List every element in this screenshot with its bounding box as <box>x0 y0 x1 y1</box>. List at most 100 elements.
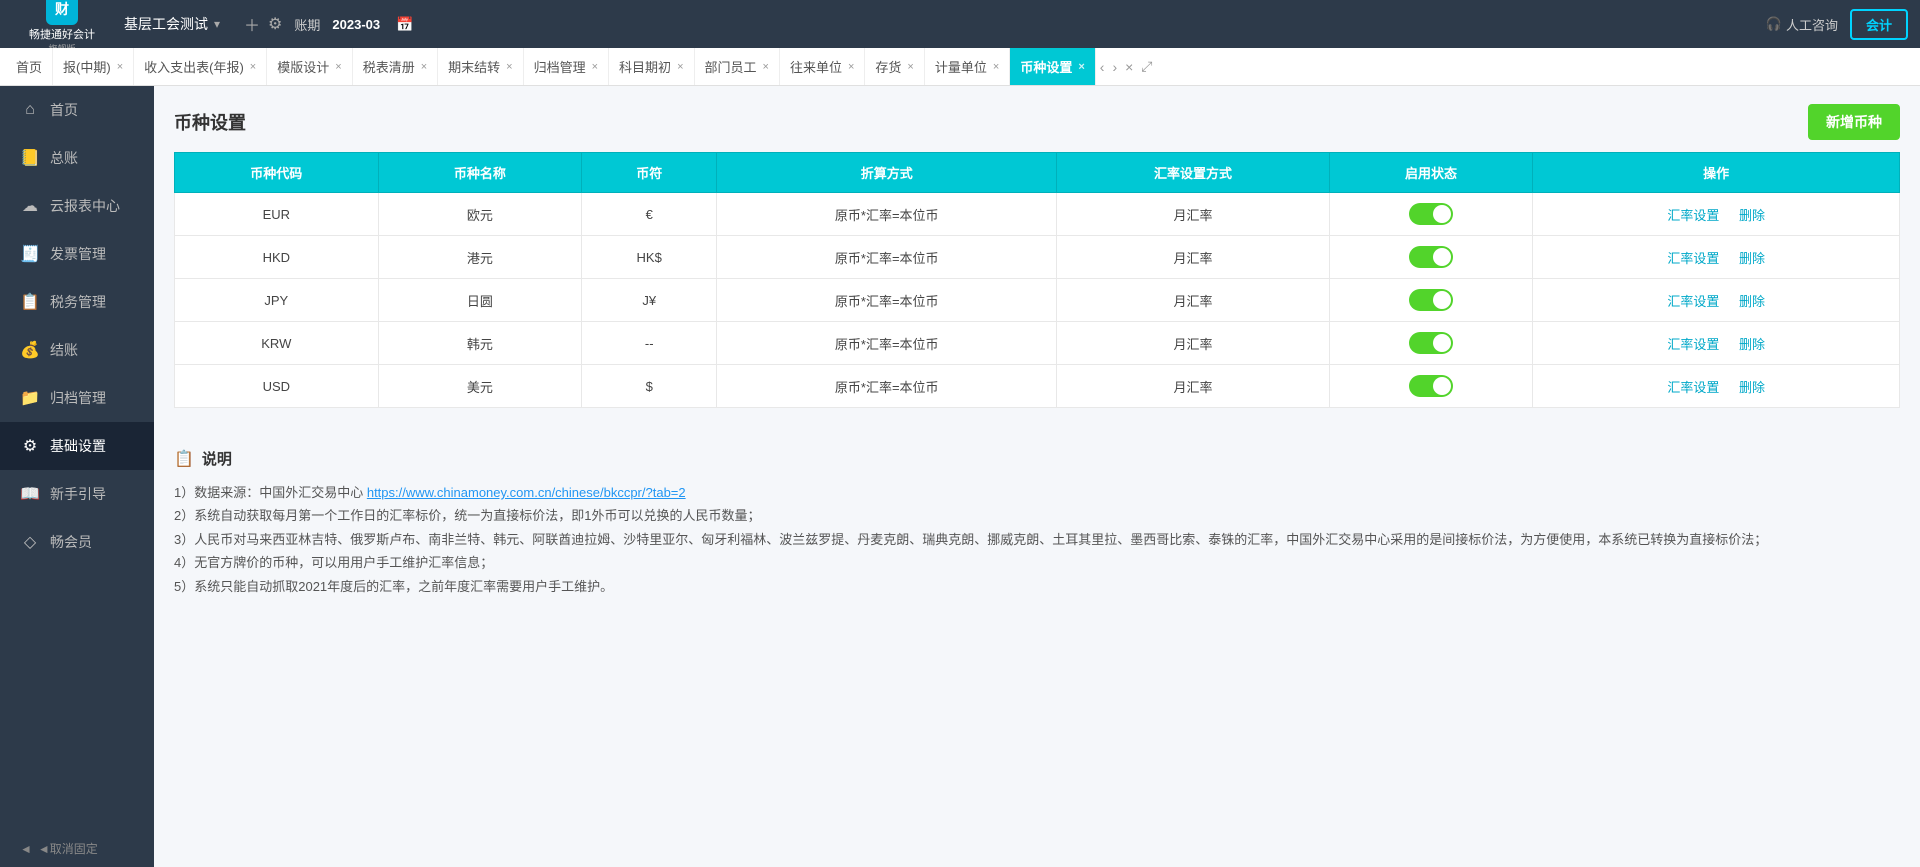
col-header-action: 操作 <box>1533 153 1900 193</box>
note-item: 5）系统只能自动抓取2021年度后的汇率，之前年度汇率需要用户手工维护。 <box>174 575 1900 598</box>
rate-setting-link[interactable]: 汇率设置 <box>1667 208 1719 223</box>
cell-calc: 原币*汇率=本位币 <box>717 236 1057 279</box>
sidebar-item-membership[interactable]: ◇ 畅会员 <box>0 518 154 566</box>
sidebar-item-settings[interactable]: ⚙ 基础设置 <box>0 422 154 470</box>
cell-rate-type: 月汇率 <box>1057 279 1329 322</box>
period-label: 账期 <box>294 15 320 34</box>
sidebar-item-guide[interactable]: 📖 新手引导 <box>0 470 154 518</box>
company-selector[interactable]: 基层工会测试 ▾ <box>124 14 220 34</box>
notes-content: 1）数据来源：中国外汇交易中心 https://www.chinamoney.c… <box>174 481 1900 598</box>
sidebar-item-tax[interactable]: 📋 税务管理 <box>0 278 154 326</box>
page-title: 币种设置 <box>174 109 246 135</box>
chinamoney-link[interactable]: https://www.chinamoney.com.cn/chinese/bk… <box>367 485 686 500</box>
col-header-name: 币种名称 <box>378 153 582 193</box>
note-item: 3）人民币对马来西亚林吉特、俄罗斯卢布、南非兰特、韩元、阿联酋迪拉姆、沙特里亚尔… <box>174 528 1900 551</box>
home-icon: ⌂ <box>20 101 40 119</box>
tab-home[interactable]: 首页 <box>6 48 53 86</box>
tab-close-icon[interactable]: × <box>506 61 512 73</box>
delete-link[interactable]: 删除 <box>1739 380 1765 395</box>
tab-unit[interactable]: 计量单位× <box>925 48 1010 86</box>
cell-action: 汇率设置 删除 <box>1533 322 1900 365</box>
support-button[interactable]: 🎧 人工咨询 <box>1766 15 1838 34</box>
sidebar-item-checkout[interactable]: 💰 结账 <box>0 326 154 374</box>
tab-close-icon[interactable]: × <box>763 61 769 73</box>
settings-icon[interactable]: ⚙ <box>268 14 282 34</box>
tab-expand-button[interactable]: ⤢ <box>1137 58 1156 75</box>
col-header-rate-type: 汇率设置方式 <box>1057 153 1329 193</box>
table-row: USD 美元 $ 原币*汇率=本位币 月汇率 汇率设置 删除 <box>175 365 1900 408</box>
tab-close-icon[interactable]: × <box>907 61 913 73</box>
sidebar-item-invoice[interactable]: 🧾 发票管理 <box>0 230 154 278</box>
sidebar-item-home[interactable]: ⌂ 首页 <box>0 86 154 134</box>
currency-table: 币种代码 币种名称 币符 折算方式 汇率设置方式 启用状态 操作 EUR 欧元 … <box>174 152 1900 408</box>
cell-action: 汇率设置 删除 <box>1533 193 1900 236</box>
tab-close-icon[interactable]: × <box>1078 61 1084 73</box>
calendar-icon[interactable]: 📅 <box>396 16 413 33</box>
tab-close-icon[interactable]: × <box>335 61 341 73</box>
sidebar-item-label: 发票管理 <box>50 244 106 264</box>
tab-template[interactable]: 模版设计× <box>267 48 352 86</box>
tab-close-all-button[interactable]: × <box>1121 59 1137 75</box>
archive-icon: 📁 <box>20 388 40 408</box>
notes-section: 📋 说明 1）数据来源：中国外汇交易中心 https://www.chinamo… <box>154 428 1920 618</box>
support-label: 人工咨询 <box>1786 15 1838 34</box>
delete-link[interactable]: 删除 <box>1739 337 1765 352</box>
notes-title-text: 说明 <box>202 448 232 469</box>
sidebar-pin-toggle[interactable]: ◄ ◄取消固定 <box>0 830 154 867</box>
main-layout: ⌂ 首页 📒 总账 ☁ 云报表中心 🧾 发票管理 📋 税务管理 💰 结账 📁 归… <box>0 86 1920 867</box>
rate-setting-link[interactable]: 汇率设置 <box>1667 251 1719 266</box>
tab-currency[interactable]: 币种设置× <box>1010 48 1095 86</box>
tab-inventory[interactable]: 存货× <box>865 48 924 86</box>
table-container: 币种代码 币种名称 币符 折算方式 汇率设置方式 启用状态 操作 EUR 欧元 … <box>154 152 1920 408</box>
toggle-enabled[interactable] <box>1409 289 1453 311</box>
toggle-enabled[interactable] <box>1409 332 1453 354</box>
new-currency-button[interactable]: 新增币种 <box>1808 104 1900 140</box>
tab-close-icon[interactable]: × <box>421 61 427 73</box>
cell-symbol: J¥ <box>582 279 717 322</box>
cloud-icon: ☁ <box>20 196 40 216</box>
sidebar-item-archive[interactable]: 📁 归档管理 <box>0 374 154 422</box>
tab-close-icon[interactable]: × <box>250 61 256 73</box>
tab-prev-button[interactable]: ‹ <box>1096 59 1109 75</box>
sidebar-item-ledger[interactable]: 📒 总账 <box>0 134 154 182</box>
sidebar-item-label: 新手引导 <box>50 484 106 504</box>
cell-action: 汇率设置 删除 <box>1533 279 1900 322</box>
toggle-enabled[interactable] <box>1409 203 1453 225</box>
toggle-enabled[interactable] <box>1409 375 1453 397</box>
cell-status <box>1329 365 1533 408</box>
delete-link[interactable]: 删除 <box>1739 294 1765 309</box>
tab-archive[interactable]: 归档管理× <box>524 48 609 86</box>
tab-department[interactable]: 部门员工× <box>695 48 780 86</box>
tab-close-icon[interactable]: × <box>117 61 123 73</box>
account-button[interactable]: 会计 <box>1850 9 1908 40</box>
tab-close-icon[interactable]: × <box>993 61 999 73</box>
tab-report-mid[interactable]: 报(中期)× <box>53 48 134 86</box>
sidebar-item-label: 基础设置 <box>50 436 106 456</box>
tab-next-button[interactable]: › <box>1108 59 1121 75</box>
tab-close-icon[interactable]: × <box>677 61 683 73</box>
delete-link[interactable]: 删除 <box>1739 251 1765 266</box>
tab-subject-init[interactable]: 科目期初× <box>609 48 694 86</box>
tab-counterparty[interactable]: 往来单位× <box>780 48 865 86</box>
cell-calc: 原币*汇率=本位币 <box>717 279 1057 322</box>
sidebar-item-cloud-reports[interactable]: ☁ 云报表中心 <box>0 182 154 230</box>
cell-status <box>1329 236 1533 279</box>
tab-tax[interactable]: 税表清册× <box>353 48 438 86</box>
tab-close-icon[interactable]: × <box>592 61 598 73</box>
rate-setting-link[interactable]: 汇率设置 <box>1667 294 1719 309</box>
pin-icon: ◄ <box>20 842 32 856</box>
toggle-enabled[interactable] <box>1409 246 1453 268</box>
cell-name: 欧元 <box>378 193 582 236</box>
cell-code: USD <box>175 365 379 408</box>
add-tab-button[interactable]: ＋ <box>244 12 260 36</box>
cell-name: 美元 <box>378 365 582 408</box>
cell-code: JPY <box>175 279 379 322</box>
rate-setting-link[interactable]: 汇率设置 <box>1667 337 1719 352</box>
tab-close-icon[interactable]: × <box>848 61 854 73</box>
rate-setting-link[interactable]: 汇率设置 <box>1667 380 1719 395</box>
tab-period-end[interactable]: 期末结转× <box>438 48 523 86</box>
delete-link[interactable]: 删除 <box>1739 208 1765 223</box>
tab-income-annual[interactable]: 收入支出表(年报)× <box>134 48 267 86</box>
sidebar-item-label: 归档管理 <box>50 388 106 408</box>
sidebar-item-label: 总账 <box>50 148 78 168</box>
